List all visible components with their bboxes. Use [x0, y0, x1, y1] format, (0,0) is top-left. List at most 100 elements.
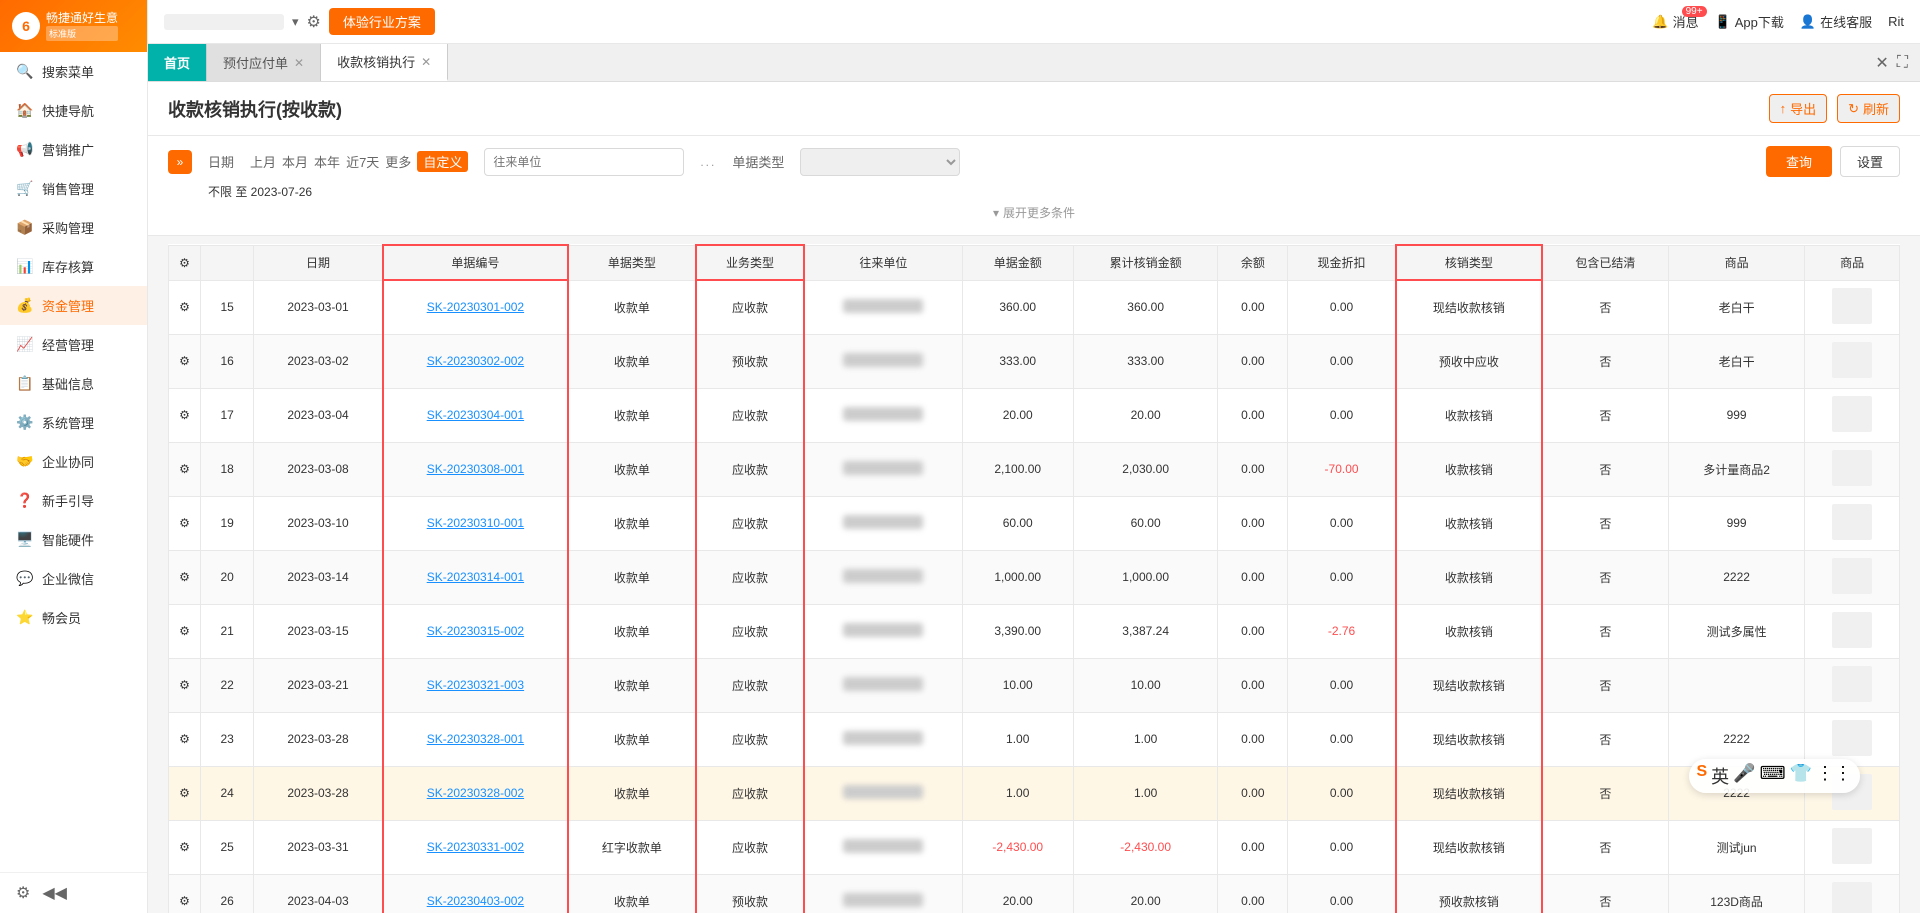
- counterparty-filter: [484, 148, 684, 176]
- online-service-button[interactable]: 👤 在线客服: [1800, 12, 1872, 31]
- filter-date-this-year[interactable]: 本年: [314, 152, 340, 171]
- topbar-gear-icon[interactable]: ⚙: [307, 12, 321, 32]
- settings-bottom-icon[interactable]: ⚙: [16, 883, 30, 903]
- sidebar-item-system[interactable]: ⚙️ 系统管理: [0, 403, 147, 442]
- table-row[interactable]: ⚙ 18 2023-03-08 SK-20230308-001 收款单 应收款 …: [169, 442, 1900, 496]
- cell-goods: 2222: [1668, 550, 1804, 604]
- cell-balance: 0.00: [1218, 766, 1288, 820]
- sidebar-item-hardware[interactable]: 🖥️ 智能硬件: [0, 520, 147, 559]
- bill-no-link[interactable]: SK-20230328-002: [427, 786, 524, 800]
- cell-goods: [1668, 658, 1804, 712]
- th-date: 日期: [254, 245, 383, 280]
- table-row[interactable]: ⚙ 21 2023-03-15 SK-20230315-002 收款单 应收款 …: [169, 604, 1900, 658]
- table-container[interactable]: ⚙ 日期 单据编号 单据类型 业务类型 往来单位 单据金额 累计核销金额 余额 …: [148, 244, 1920, 913]
- sidebar: 6 畅捷通好生意 标准版 🔍 搜索菜单 🏠 快捷导航 📢 营销推广 🛒 销售管理…: [0, 0, 148, 913]
- cell-gear[interactable]: ⚙: [169, 442, 201, 496]
- table-row[interactable]: ⚙ 19 2023-03-10 SK-20230310-001 收款单 应收款 …: [169, 496, 1900, 550]
- table-row[interactable]: ⚙ 25 2023-03-31 SK-20230331-002 红字收款单 应收…: [169, 820, 1900, 874]
- cell-goods: 多计量商品2: [1668, 442, 1804, 496]
- sidebar-item-operation[interactable]: 📈 经营管理: [0, 325, 147, 364]
- cell-gear[interactable]: ⚙: [169, 550, 201, 604]
- sidebar-item-purchase[interactable]: 📦 采购管理: [0, 208, 147, 247]
- bill-no-link[interactable]: SK-20230314-001: [427, 570, 524, 584]
- filter-date-last-month[interactable]: 上月: [250, 152, 276, 171]
- filter-expand-button[interactable]: »: [168, 150, 192, 174]
- float-icon-keyboard[interactable]: ⌨: [1760, 763, 1786, 789]
- cell-bill-amount: 3,390.00: [962, 604, 1073, 658]
- cell-gear[interactable]: ⚙: [169, 820, 201, 874]
- bill-no-link[interactable]: SK-20230308-001: [427, 462, 524, 476]
- float-icon-s[interactable]: S: [1697, 763, 1708, 789]
- float-icon-grid[interactable]: ⋮⋮: [1816, 763, 1852, 789]
- cell-gear[interactable]: ⚙: [169, 658, 201, 712]
- tab-restore-icon[interactable]: ⛶: [1897, 54, 1908, 72]
- export-button[interactable]: ↑ 导出: [1769, 94, 1828, 123]
- sidebar-item-wechat[interactable]: 💬 企业微信: [0, 559, 147, 598]
- filter-date-7days[interactable]: 近7天: [346, 152, 379, 171]
- notification-badge: 99+: [1682, 6, 1707, 17]
- tab-home[interactable]: 首页: [148, 44, 207, 81]
- topbar-dropdown[interactable]: ▾: [292, 14, 299, 30]
- industry-solution-button[interactable]: 体验行业方案: [329, 8, 435, 35]
- filter-date-more[interactable]: 更多: [385, 152, 411, 171]
- notification-button[interactable]: 🔔 消息 99+: [1652, 12, 1698, 31]
- user-info[interactable]: Rit: [1888, 14, 1904, 29]
- sidebar-item-marketing[interactable]: 📢 营销推广: [0, 130, 147, 169]
- voucher-type-select[interactable]: [800, 148, 960, 176]
- collapse-icon[interactable]: ◀◀: [42, 883, 67, 903]
- app-download-button[interactable]: 📱 App下载: [1715, 12, 1784, 31]
- bill-no-link[interactable]: SK-20230304-001: [427, 408, 524, 422]
- sidebar-item-guide[interactable]: ❓ 新手引导: [0, 481, 147, 520]
- cell-gear[interactable]: ⚙: [169, 496, 201, 550]
- counterparty-input[interactable]: [484, 148, 684, 176]
- bill-no-link[interactable]: SK-20230321-003: [427, 678, 524, 692]
- table-row[interactable]: ⚙ 22 2023-03-21 SK-20230321-003 收款单 应收款 …: [169, 658, 1900, 712]
- cell-date: 2023-03-02: [254, 334, 383, 388]
- cell-gear[interactable]: ⚙: [169, 388, 201, 442]
- tab-receipt[interactable]: 收款核销执行 ✕: [321, 44, 448, 81]
- table-row[interactable]: ⚙ 17 2023-03-04 SK-20230304-001 收款单 应收款 …: [169, 388, 1900, 442]
- bill-no-link[interactable]: SK-20230331-002: [427, 840, 524, 854]
- cell-gear[interactable]: ⚙: [169, 874, 201, 913]
- cell-gear[interactable]: ⚙: [169, 712, 201, 766]
- sidebar-item-finance[interactable]: 💰 资金管理: [0, 286, 147, 325]
- table-row[interactable]: ⚙ 16 2023-03-02 SK-20230302-002 收款单 预收款 …: [169, 334, 1900, 388]
- bill-no-link[interactable]: SK-20230403-002: [427, 894, 524, 908]
- table-row[interactable]: ⚙ 20 2023-03-14 SK-20230314-001 收款单 应收款 …: [169, 550, 1900, 604]
- sidebar-item-search[interactable]: 🔍 搜索菜单: [0, 52, 147, 91]
- query-button[interactable]: 查询: [1766, 146, 1832, 177]
- table-row[interactable]: ⚙ 23 2023-03-28 SK-20230328-001 收款单 应收款 …: [169, 712, 1900, 766]
- bill-no-link[interactable]: SK-20230310-001: [427, 516, 524, 530]
- tab-close-all-icon[interactable]: ✕: [1875, 53, 1888, 73]
- sidebar-item-member[interactable]: ⭐ 畅会员: [0, 598, 147, 637]
- bill-no-link[interactable]: SK-20230328-001: [427, 732, 524, 746]
- table-row[interactable]: ⚙ 24 2023-03-28 SK-20230328-002 收款单 应收款 …: [169, 766, 1900, 820]
- cell-gear[interactable]: ⚙: [169, 766, 201, 820]
- cell-gear[interactable]: ⚙: [169, 604, 201, 658]
- refresh-button[interactable]: ↻ 刷新: [1837, 94, 1900, 123]
- cell-gear[interactable]: ⚙: [169, 334, 201, 388]
- float-icon-mic[interactable]: 🎤: [1733, 763, 1755, 789]
- tab-prepay[interactable]: 预付应付单 ✕: [207, 44, 321, 81]
- filter-settings-button[interactable]: 设置: [1840, 146, 1900, 177]
- tab-prepay-close[interactable]: ✕: [294, 56, 304, 70]
- bill-no-link[interactable]: SK-20230315-002: [427, 624, 524, 638]
- table-row[interactable]: ⚙ 15 2023-03-01 SK-20230301-002 收款单 应收款 …: [169, 280, 1900, 334]
- tab-receipt-close[interactable]: ✕: [421, 55, 431, 69]
- filter-expand-more[interactable]: ▾ 展开更多条件: [168, 200, 1900, 225]
- float-icon-english[interactable]: 英: [1711, 763, 1729, 789]
- sidebar-item-coop[interactable]: 🤝 企业协同: [0, 442, 147, 481]
- bill-no-link[interactable]: SK-20230301-002: [427, 300, 524, 314]
- sidebar-item-sales[interactable]: 🛒 销售管理: [0, 169, 147, 208]
- bill-no-link[interactable]: SK-20230302-002: [427, 354, 524, 368]
- sidebar-item-inventory[interactable]: 📊 库存核算: [0, 247, 147, 286]
- table-row[interactable]: ⚙ 26 2023-04-03 SK-20230403-002 收款单 预收款 …: [169, 874, 1900, 913]
- cell-gear[interactable]: ⚙: [169, 280, 201, 334]
- tab-controls: ✕ ⛶: [1863, 44, 1920, 81]
- sidebar-item-quick[interactable]: 🏠 快捷导航: [0, 91, 147, 130]
- filter-date-custom[interactable]: 自定义: [417, 151, 468, 172]
- sidebar-item-basic[interactable]: 📋 基础信息: [0, 364, 147, 403]
- filter-date-this-month[interactable]: 本月: [282, 152, 308, 171]
- float-icon-shirt[interactable]: 👕: [1790, 763, 1812, 789]
- th-gear[interactable]: ⚙: [169, 245, 201, 280]
